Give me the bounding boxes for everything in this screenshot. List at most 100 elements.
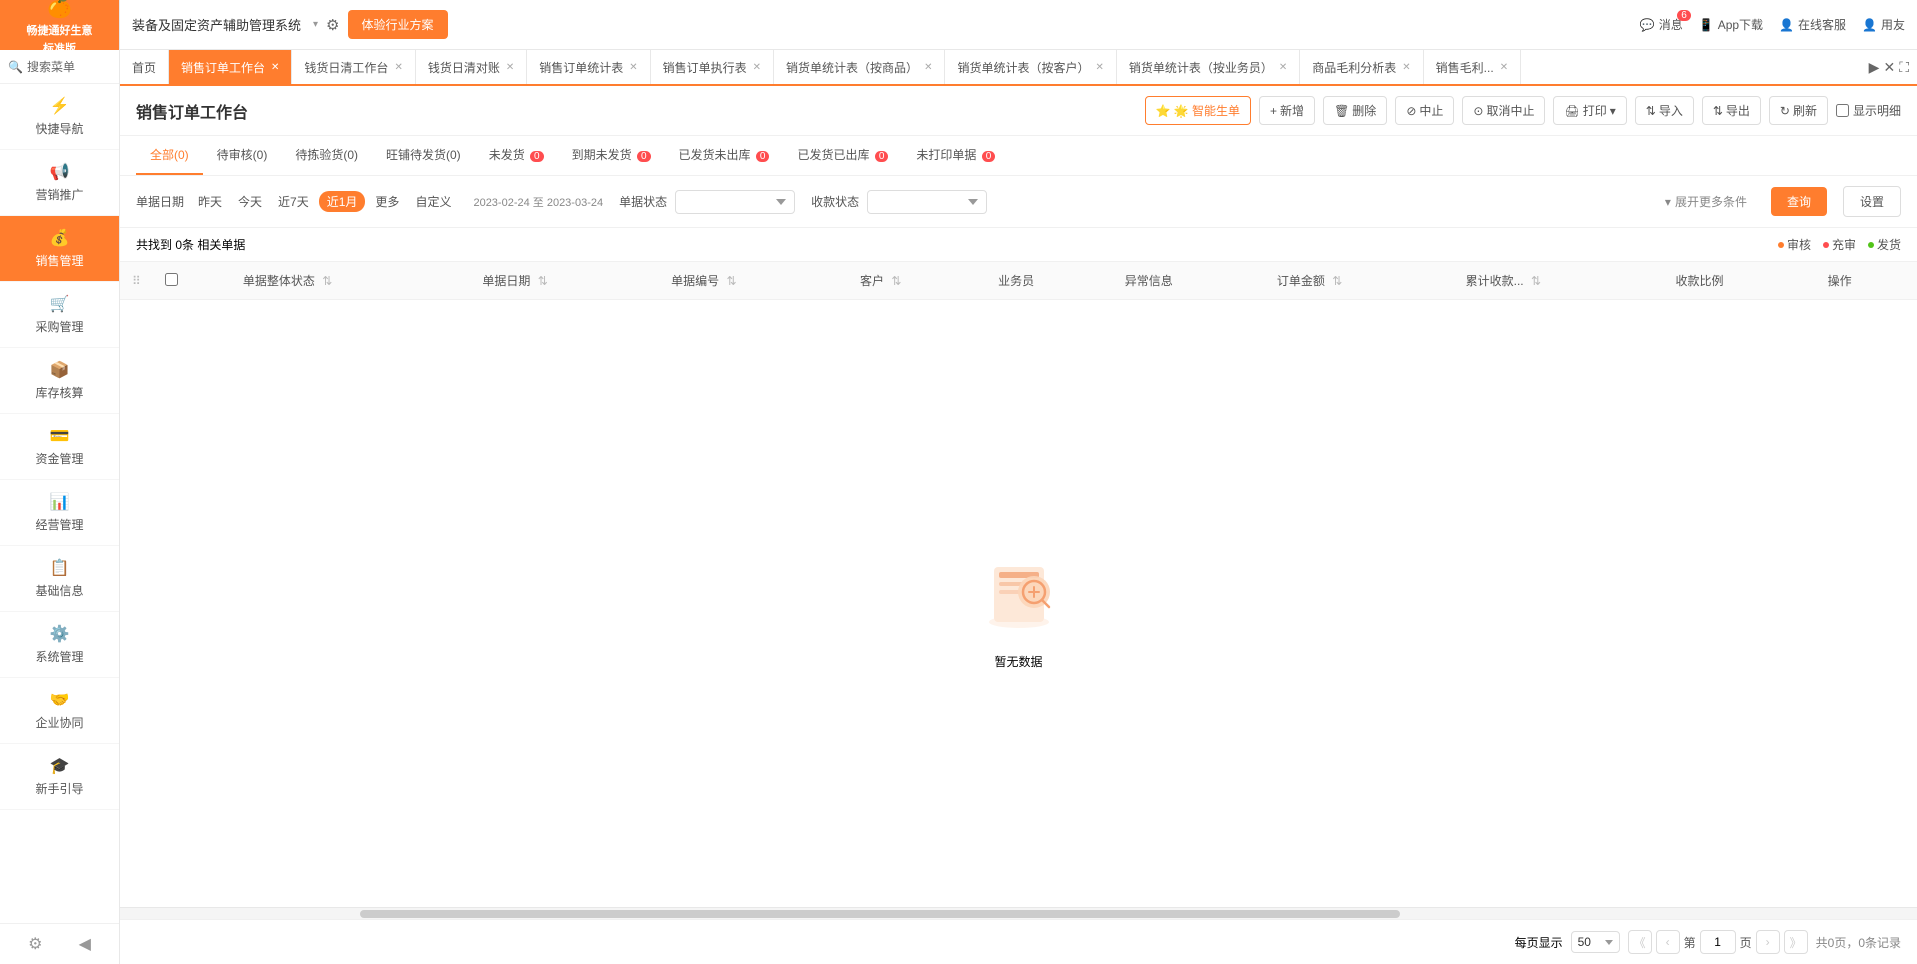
reset-button[interactable]: 设置: [1843, 186, 1901, 217]
tab-sales-stats-close[interactable]: ✕: [629, 62, 637, 73]
tab-close-all-icon[interactable]: ✕: [1883, 59, 1895, 76]
import-button[interactable]: ⇅ 导入: [1635, 96, 1694, 125]
tab-sales-more-close[interactable]: ✕: [1500, 62, 1508, 73]
print-button[interactable]: 🖨 打印 ▾: [1553, 96, 1626, 125]
status-select[interactable]: [675, 190, 795, 214]
filter-tab-pending[interactable]: 待审核(0): [203, 136, 282, 175]
sidebar-item-marketing[interactable]: 📢 营销推广: [0, 150, 119, 216]
tab-sales-exec[interactable]: 销售订单执行表 ✕: [651, 50, 774, 84]
tab-sales-more[interactable]: 销售毛利... ✕: [1424, 50, 1521, 84]
settings-icon[interactable]: ⚙: [326, 16, 339, 34]
filter-tab-shipped-not-out[interactable]: 已发货未出库 0: [665, 136, 784, 175]
sidebar-search[interactable]: 🔍 搜索菜单: [0, 50, 119, 84]
status-sort-icon[interactable]: ⇅: [322, 274, 332, 288]
horizontal-scrollbar[interactable]: [120, 907, 1917, 919]
app-download-btn[interactable]: 📱 App下载: [1699, 16, 1763, 33]
tab-sales-order[interactable]: 销售订单工作台 ✕: [169, 50, 292, 84]
number-sort-icon[interactable]: ⇅: [727, 274, 737, 288]
tab-sales-by-customer-close[interactable]: ✕: [1095, 62, 1103, 73]
tab-sales-by-staff[interactable]: 销货单统计表（按业务员） ✕: [1117, 50, 1300, 84]
sidebar-item-purchase[interactable]: 🛒 采购管理: [0, 282, 119, 348]
th-customer[interactable]: 客户 ⇅: [848, 262, 986, 300]
show-detail-checkbox[interactable]: 显示明细: [1836, 102, 1901, 119]
date-btn-7days[interactable]: 近7天: [272, 191, 315, 212]
message-btn[interactable]: 💬 消息 6: [1640, 16, 1683, 33]
sidebar-item-quicknav[interactable]: ⚡ 快捷导航: [0, 84, 119, 150]
expand-btn[interactable]: ▾ 展开更多条件: [1665, 193, 1747, 210]
tab-cash-daily[interactable]: 钱货日清工作台 ✕: [292, 50, 415, 84]
filter-tab-not-printed[interactable]: 未打印单据 0: [902, 136, 1009, 175]
tab-cash-daily-close[interactable]: ✕: [394, 62, 402, 73]
amount-sort-icon[interactable]: ⇅: [1332, 274, 1342, 288]
export-button[interactable]: ⇅ 导出: [1702, 96, 1761, 125]
pay-status-select[interactable]: [867, 190, 987, 214]
filter-tab-not-shipped[interactable]: 未发货 0: [475, 136, 558, 175]
system-dropdown-icon[interactable]: ▾: [313, 19, 318, 30]
th-number[interactable]: 单据编号 ⇅: [659, 262, 848, 300]
date-btn-1month[interactable]: 近1月: [319, 191, 366, 212]
th-checkbox-all[interactable]: [153, 262, 231, 300]
support-btn[interactable]: 👤 在线客服: [1779, 16, 1846, 33]
date-btn-today[interactable]: 今天: [232, 191, 268, 212]
tab-maximize-icon[interactable]: ⛶: [1899, 59, 1909, 76]
filter-tab-pending-check[interactable]: 待拣验货(0): [281, 136, 372, 175]
collected-sort-icon[interactable]: ⇅: [1531, 274, 1541, 288]
th-status[interactable]: 单据整体状态 ⇅: [231, 262, 470, 300]
industry-btn[interactable]: 体验行业方案: [348, 10, 448, 39]
sidebar-item-operation[interactable]: 📊 经营管理: [0, 480, 119, 546]
tab-sales-exec-close[interactable]: ✕: [753, 62, 761, 73]
filter-tab-shipped-out[interactable]: 已发货已出库 0: [783, 136, 902, 175]
smart-gen-button[interactable]: ⭐ 🌟 智能生单: [1145, 96, 1251, 125]
tab-sales-by-product-close[interactable]: ✕: [924, 62, 932, 73]
tab-home[interactable]: 首页: [120, 50, 169, 84]
th-collected[interactable]: 累计收款... ⇅: [1454, 262, 1664, 300]
cancel-stop-button[interactable]: ⊙ 取消中止: [1462, 96, 1545, 125]
tab-sales-by-staff-close[interactable]: ✕: [1279, 62, 1287, 73]
sidebar-item-system[interactable]: ⚙️ 系统管理: [0, 612, 119, 678]
scrollbar-thumb[interactable]: [360, 910, 1400, 918]
sidebar-item-sales[interactable]: 💰 销售管理: [0, 216, 119, 282]
tab-more-icon[interactable]: ▶: [1869, 59, 1880, 76]
add-button[interactable]: + 新增: [1259, 96, 1315, 125]
ship-btn[interactable]: 发货: [1868, 236, 1901, 253]
date-btn-yesterday[interactable]: 昨天: [192, 191, 228, 212]
tab-cash-reconcile[interactable]: 钱货日清对账 ✕: [416, 50, 527, 84]
tab-sales-order-close[interactable]: ✕: [271, 62, 279, 73]
date-btn-more[interactable]: 更多: [369, 191, 405, 212]
th-date[interactable]: 单据日期 ⇅: [470, 262, 659, 300]
collapse-icon[interactable]: ◀: [79, 934, 91, 954]
filter-tab-wangpu[interactable]: 旺铺待发货(0): [372, 136, 475, 175]
settings-bottom-icon[interactable]: ⚙: [28, 934, 42, 954]
tab-gross-profit[interactable]: 商品毛利分析表 ✕: [1300, 50, 1423, 84]
sidebar-item-finance[interactable]: 💳 资金管理: [0, 414, 119, 480]
search-button[interactable]: 查询: [1771, 187, 1827, 216]
customer-sort-icon[interactable]: ⇅: [891, 274, 901, 288]
filter-tab-all[interactable]: 全部(0): [136, 136, 203, 175]
tab-gross-profit-close[interactable]: ✕: [1402, 62, 1410, 73]
show-detail-input[interactable]: [1836, 104, 1849, 117]
sidebar-item-inventory[interactable]: 📦 库存核算: [0, 348, 119, 414]
sidebar-item-guide[interactable]: 🎓 新手引导: [0, 744, 119, 810]
filter-tab-expired[interactable]: 到期未发货 0: [558, 136, 665, 175]
tab-cash-reconcile-close[interactable]: ✕: [506, 62, 514, 73]
sidebar-item-basic[interactable]: 📋 基础信息: [0, 546, 119, 612]
prev-page-btn[interactable]: ‹: [1656, 930, 1680, 954]
stop-button[interactable]: ⊘ 中止: [1395, 96, 1454, 125]
sidebar-item-enterprise[interactable]: 🤝 企业协同: [0, 678, 119, 744]
audit-btn[interactable]: 审核: [1778, 236, 1811, 253]
tab-sales-by-customer[interactable]: 销货单统计表（按客户） ✕: [945, 50, 1116, 84]
select-all-checkbox[interactable]: [165, 273, 178, 286]
table-scroll[interactable]: ⠿ 单据整体状态 ⇅ 单据日期 ⇅: [120, 262, 1917, 907]
date-sort-icon[interactable]: ⇅: [538, 274, 548, 288]
tab-sales-stats[interactable]: 销售订单统计表 ✕: [527, 50, 650, 84]
page-size-select[interactable]: 20 50 100: [1571, 931, 1620, 953]
user-btn[interactable]: 👤 用友: [1862, 16, 1905, 33]
th-amount[interactable]: 订单金额 ⇅: [1265, 262, 1454, 300]
last-page-btn[interactable]: 》: [1784, 930, 1808, 954]
page-input[interactable]: [1700, 930, 1736, 954]
refresh-button[interactable]: ↻ 刷新: [1769, 96, 1828, 125]
delete-button[interactable]: 🗑 删除: [1323, 96, 1387, 125]
first-page-btn[interactable]: 《: [1628, 930, 1652, 954]
next-page-btn[interactable]: ›: [1756, 930, 1780, 954]
tab-sales-by-product[interactable]: 销货单统计表（按商品） ✕: [774, 50, 945, 84]
